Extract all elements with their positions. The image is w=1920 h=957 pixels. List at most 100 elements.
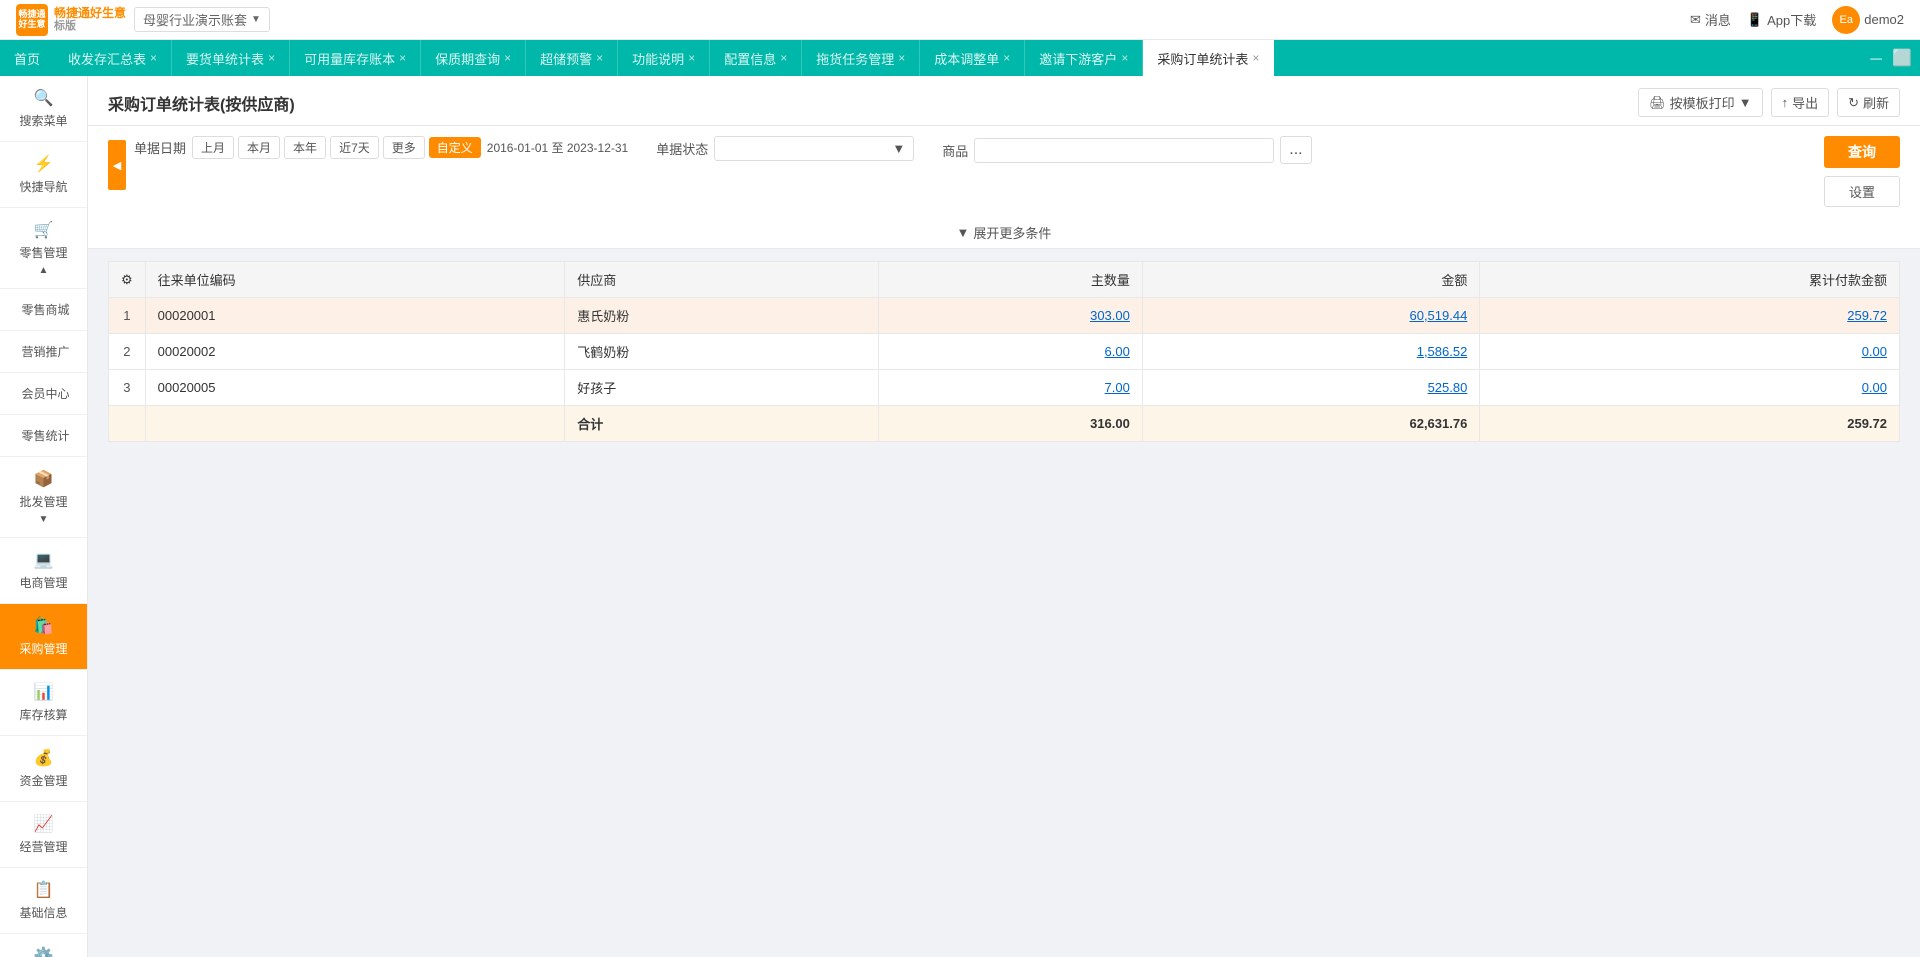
tab-close-icon[interactable]: × [1252, 51, 1259, 65]
sidebar-item-finance[interactable]: 💰 资金管理 [0, 736, 87, 802]
sidebar-item-ecommerce[interactable]: 💻 电商管理 [0, 538, 87, 604]
tab-yaoqing[interactable]: 邀请下游客户 × [1025, 40, 1143, 76]
query-button[interactable]: 查询 [1824, 136, 1900, 168]
message-label: 消息 [1705, 10, 1731, 29]
tab-home[interactable]: 首页 [0, 40, 54, 76]
tab-yaohuodanjitongji[interactable]: 要货单统计表 × [172, 40, 290, 76]
content-area: 采购订单统计表(按供应商) 🖨 按模板打印 ▼ ↑ 导出 ↻ 刷新 [88, 76, 1920, 957]
inventory-icon: 📊 [34, 682, 54, 702]
row-amount[interactable]: 525.80 [1142, 370, 1479, 406]
row-amount[interactable]: 60,519.44 [1142, 298, 1479, 334]
sidebar-item-search[interactable]: 🔍 搜索菜单 [0, 76, 87, 142]
row-qty[interactable]: 303.00 [879, 298, 1143, 334]
date-btn-7days[interactable]: 近7天 [330, 136, 379, 159]
row-supplier: 飞鹤奶粉 [565, 334, 879, 370]
sidebar-item-marketing[interactable]: 营销推广 [0, 331, 87, 373]
logo-line2: 标版 [54, 20, 126, 33]
sidebar-item-label: 经营管理 [19, 838, 67, 855]
goods-more-button[interactable]: ... [1280, 136, 1311, 164]
table-row[interactable]: 3 00020005 好孩子 7.00 525.80 0.00 [109, 370, 1900, 406]
basic-icon: 📋 [34, 880, 54, 900]
tab-label: 成本调整单 [934, 49, 999, 68]
expand-more-button[interactable]: ▼ 展开更多条件 [957, 223, 1052, 242]
tab-close-icon[interactable]: × [504, 51, 511, 65]
date-btn-this-year[interactable]: 本年 [284, 136, 326, 159]
table-row[interactable]: 2 00020002 飞鹤奶粉 6.00 1,586.52 0.00 [109, 334, 1900, 370]
date-buttons: 上月 本月 本年 近7天 更多 自定义 [192, 136, 481, 159]
tab-baozhiqi[interactable]: 保质期查询 × [421, 40, 526, 76]
template-print-button[interactable]: 🖨 按模板打印 ▼ [1638, 88, 1762, 117]
sidebar-item-batch[interactable]: 📦 批发管理 ▼ [0, 457, 87, 538]
tab-close-icon[interactable]: × [399, 51, 406, 65]
col-paid: 累计付款金额 [1480, 262, 1900, 298]
tab-close-icon[interactable]: × [1121, 51, 1128, 65]
col-gear: ⚙ [109, 262, 146, 298]
logo-text: 畅捷通好生意 标版 [54, 6, 126, 34]
date-btn-this-month[interactable]: 本月 [238, 136, 280, 159]
message-icon: ✉ [1690, 12, 1701, 28]
tab-tuohuo[interactable]: 拖货任务管理 × [802, 40, 920, 76]
logo-area: 畅捷通好生意 畅捷通好生意 标版 [16, 4, 126, 36]
goods-input[interactable] [974, 138, 1274, 163]
row-qty[interactable]: 6.00 [879, 334, 1143, 370]
row-paid[interactable]: 0.00 [1480, 334, 1900, 370]
workspace-dropdown[interactable]: 母婴行业演示账套 ▼ [134, 7, 270, 32]
tab-close-icon[interactable]: × [150, 51, 157, 65]
top-bar-left: 畅捷通好生意 畅捷通好生意 标版 母婴行业演示账套 ▼ [16, 4, 270, 36]
app-download-button[interactable]: 📱 App下载 [1747, 10, 1816, 29]
row-paid[interactable]: 259.72 [1480, 298, 1900, 334]
export-button[interactable]: ↑ 导出 [1771, 88, 1830, 117]
date-label: 单据日期 [134, 138, 186, 157]
date-btn-more[interactable]: 更多 [383, 136, 425, 159]
tab-keyongliang[interactable]: 可用量库存账本 × [290, 40, 421, 76]
date-range-display: 2016-01-01 至 2023-12-31 [487, 139, 628, 156]
row-index: 1 [109, 298, 146, 334]
home-label: 首页 [14, 49, 40, 68]
tab-caigou-active[interactable]: 采购订单统计表 × [1143, 40, 1274, 76]
sidebar-item-inventory[interactable]: 📊 库存核算 [0, 670, 87, 736]
tab-close-icon[interactable]: × [268, 51, 275, 65]
status-select[interactable]: ▼ [714, 136, 914, 161]
tab-gongneng[interactable]: 功能说明 × [618, 40, 710, 76]
tab-label: 可用量库存账本 [304, 49, 395, 68]
row-paid[interactable]: 0.00 [1480, 370, 1900, 406]
sidebar-item-purchase[interactable]: 🛍️ 采购管理 [0, 604, 87, 670]
table-header-row: ⚙ 往来单位编码 供应商 主数量 金额 累计付款金额 [109, 262, 1900, 298]
date-custom-button[interactable]: 自定义 [429, 137, 481, 158]
tab-close-icon[interactable]: × [780, 51, 787, 65]
ops-icon: 📈 [34, 814, 54, 834]
sidebar-item-system[interactable]: ⚙️ 系统管理 [0, 934, 87, 957]
row-supplier: 惠氏奶粉 [565, 298, 879, 334]
tab-peizhi[interactable]: 配置信息 × [710, 40, 802, 76]
date-btn-last-month[interactable]: 上月 [192, 136, 234, 159]
col-qty: 主数量 [879, 262, 1143, 298]
sidebar-item-retail-stat[interactable]: 零售统计 [0, 415, 87, 457]
minimize-icon[interactable]: － [1868, 46, 1884, 70]
tab-chaochu[interactable]: 超储预警 × [526, 40, 618, 76]
message-button[interactable]: ✉ 消息 [1690, 10, 1731, 29]
tab-close-icon[interactable]: × [898, 51, 905, 65]
filter-collapse-button[interactable]: ◀ [108, 140, 126, 190]
sidebar-item-ops[interactable]: 📈 经营管理 [0, 802, 87, 868]
row-qty[interactable]: 7.00 [879, 370, 1143, 406]
page-title: 采购订单统计表(按供应商) [108, 91, 295, 115]
sidebar-item-quick[interactable]: ⚡ 快捷导航 [0, 142, 87, 208]
refresh-button[interactable]: ↻ 刷新 [1837, 88, 1900, 117]
tab-close-icon[interactable]: × [1003, 51, 1010, 65]
sidebar-item-retail[interactable]: 🛒 零售管理 ▲ [0, 208, 87, 289]
app-icon: 📱 [1747, 12, 1763, 28]
table-row[interactable]: 1 00020001 惠氏奶粉 303.00 60,519.44 259.72 [109, 298, 1900, 334]
sidebar-item-retail-shop[interactable]: 零售商城 [0, 289, 87, 331]
tab-close-icon[interactable]: × [688, 51, 695, 65]
tab-chengben[interactable]: 成本调整单 × [920, 40, 1025, 76]
tab-close-icon[interactable]: × [596, 51, 603, 65]
settings-button[interactable]: 设置 [1824, 176, 1900, 207]
sidebar-item-member[interactable]: 会员中心 [0, 373, 87, 415]
user-menu[interactable]: Ea demo2 [1832, 6, 1904, 34]
maximize-icon[interactable]: ⬜ [1892, 48, 1912, 68]
sidebar-item-basic[interactable]: 📋 基础信息 [0, 868, 87, 934]
tab-shoufayuhui[interactable]: 收发存汇总表 × [54, 40, 172, 76]
sidebar-item-label: 零售管理 [19, 244, 67, 261]
row-amount[interactable]: 1,586.52 [1142, 334, 1479, 370]
sidebar-item-label: 采购管理 [19, 640, 67, 657]
